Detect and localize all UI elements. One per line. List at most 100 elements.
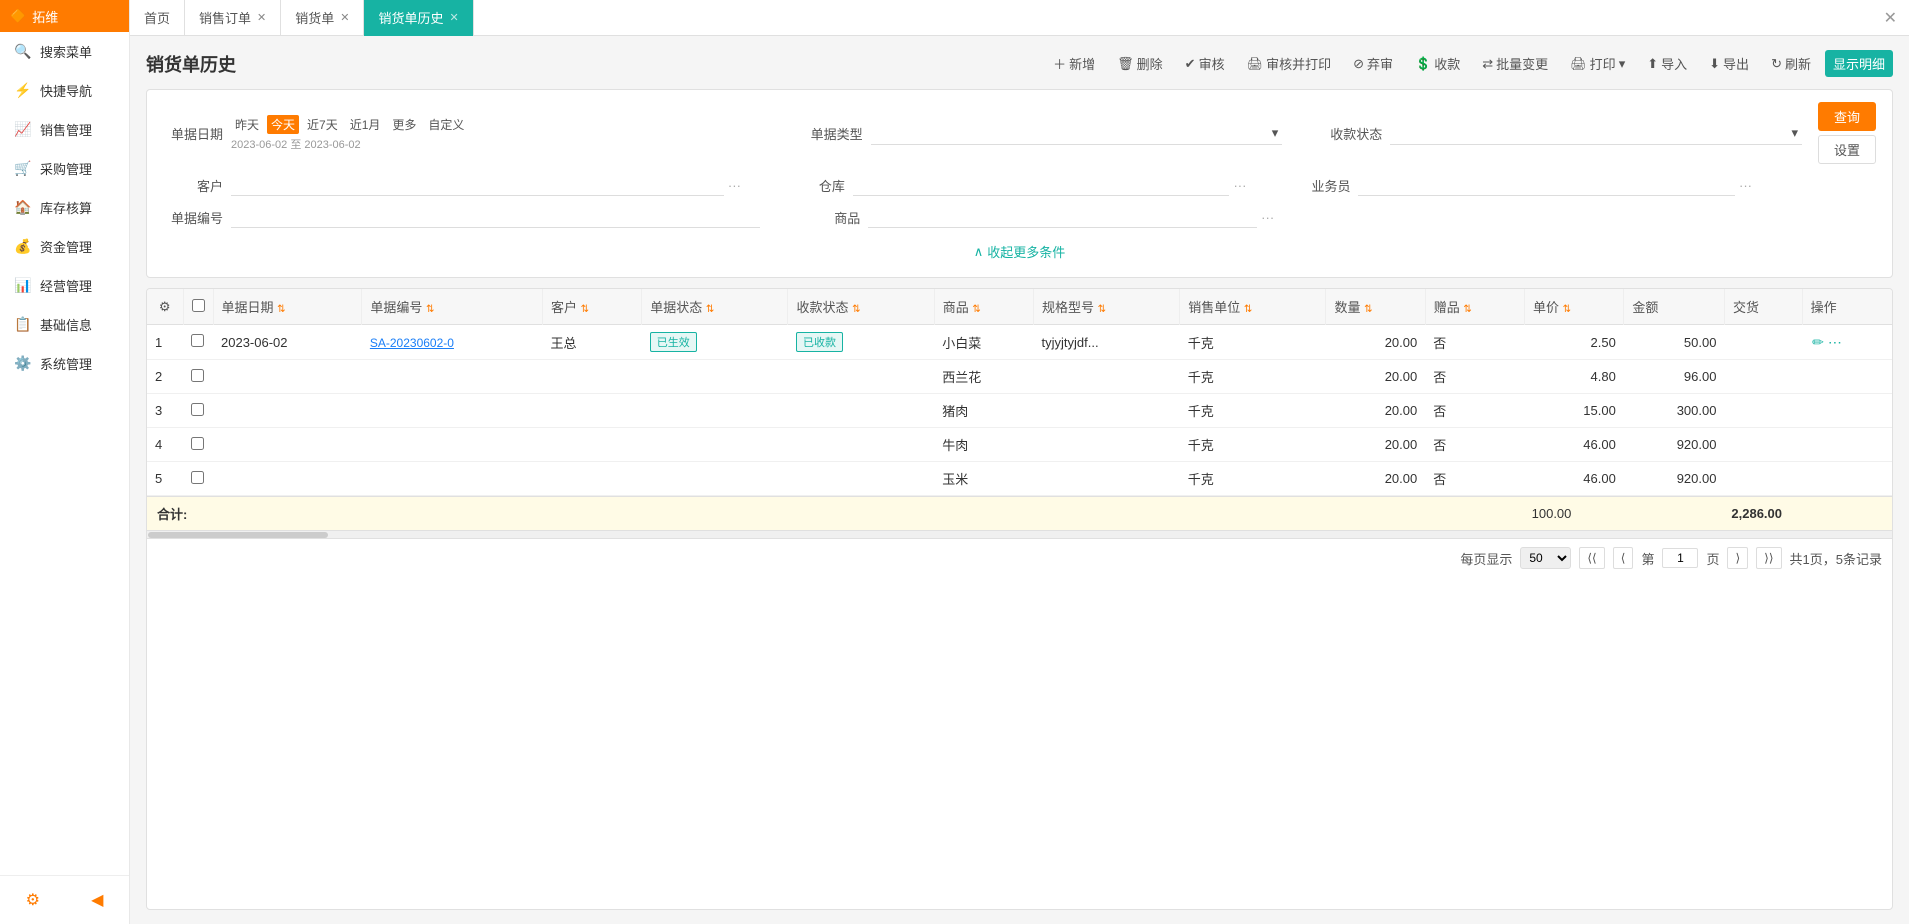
refresh-button[interactable]: ↻ 刷新: [1763, 50, 1819, 77]
cell-action[interactable]: [1802, 428, 1892, 462]
tab-sales-delivery-close[interactable]: ✕: [340, 11, 349, 24]
horizontal-scrollbar[interactable]: [147, 530, 1892, 538]
sidebar-item-basic-info[interactable]: 📋 基础信息: [0, 305, 129, 344]
col-goods[interactable]: 商品 ⇅: [934, 289, 1033, 325]
salesperson-input[interactable]: [1358, 174, 1735, 196]
cell-action[interactable]: [1802, 360, 1892, 394]
abandon-button[interactable]: ⊘ 弃审: [1345, 50, 1401, 77]
cell-checkbox[interactable]: [183, 428, 213, 462]
new-button[interactable]: ＋ 新增: [1045, 50, 1103, 77]
cell-checkbox[interactable]: [183, 360, 213, 394]
doc-no-link[interactable]: SA-20230602-0: [370, 336, 454, 350]
col-qty[interactable]: 数量 ⇅: [1326, 289, 1425, 325]
cell-doc-no[interactable]: [362, 428, 543, 462]
date-tab-1month[interactable]: 近1月: [346, 115, 385, 134]
row-checkbox-4[interactable]: [191, 471, 204, 484]
doc-no-input[interactable]: [231, 206, 760, 228]
col-settings[interactable]: ⚙: [147, 289, 183, 325]
sidebar-settings-icon[interactable]: ⚙: [20, 884, 46, 916]
sidebar-item-inventory[interactable]: 🏠 库存核算: [0, 188, 129, 227]
date-tab-today[interactable]: 今天: [267, 115, 299, 134]
date-tab-yesterday[interactable]: 昨天: [231, 115, 263, 134]
row-checkbox-3[interactable]: [191, 437, 204, 450]
goods-more-icon[interactable]: ···: [1257, 210, 1278, 225]
col-spec[interactable]: 规格型号 ⇅: [1034, 289, 1180, 325]
cell-checkbox[interactable]: [183, 462, 213, 496]
abandon-icon: ⊘: [1353, 56, 1364, 72]
import-button[interactable]: ⬆ 导入: [1639, 50, 1695, 77]
first-page-button[interactable]: ⟨⟨: [1579, 547, 1604, 569]
batch-change-button[interactable]: ⇄ 批量变更: [1474, 50, 1556, 77]
sidebar-item-finance[interactable]: 💰 资金管理: [0, 227, 129, 266]
col-doc-date[interactable]: 单据日期 ⇅: [213, 289, 362, 325]
date-tab-more[interactable]: 更多: [388, 115, 420, 134]
cell-doc-no[interactable]: SA-20230602-0: [362, 325, 543, 360]
tab-sales-order-close[interactable]: ✕: [257, 11, 266, 24]
tab-home[interactable]: 首页: [130, 0, 185, 36]
col-customer[interactable]: 客户 ⇅: [542, 289, 641, 325]
customer-more-icon[interactable]: ···: [724, 178, 745, 193]
col-doc-status[interactable]: 单据状态 ⇅: [642, 289, 788, 325]
cell-amount: 300.00: [1624, 394, 1725, 428]
sidebar-item-search[interactable]: 🔍 搜索菜单: [0, 32, 129, 71]
tab-sales-history-close[interactable]: ✕: [450, 11, 459, 24]
print-button[interactable]: 🖨 打印 ▾: [1562, 50, 1633, 77]
cell-doc-no[interactable]: [362, 360, 543, 394]
sidebar-toggle-icon[interactable]: ◀: [85, 884, 109, 916]
salesperson-more-icon[interactable]: ···: [1735, 178, 1756, 193]
cell-checkbox[interactable]: [183, 394, 213, 428]
cell-action[interactable]: [1802, 462, 1892, 496]
cell-doc-no[interactable]: [362, 394, 543, 428]
pay-status-select[interactable]: ▾: [1390, 122, 1802, 145]
sidebar-item-sales[interactable]: 📈 销售管理: [0, 110, 129, 149]
sidebar-item-quick-nav[interactable]: ⚡ 快捷导航: [0, 71, 129, 110]
date-tab-7days[interactable]: 近7天: [303, 115, 342, 134]
cell-action[interactable]: ✏⋯: [1802, 325, 1892, 360]
tab-close-all-btn[interactable]: ✕: [1872, 8, 1909, 28]
col-pay-status[interactable]: 收款状态 ⇅: [788, 289, 934, 325]
tab-sales-history[interactable]: 销货单历史 ✕: [364, 0, 473, 36]
col-doc-no[interactable]: 单据编号 ⇅: [362, 289, 543, 325]
page-size-select[interactable]: 50 10 20 100: [1520, 547, 1571, 569]
cell-action[interactable]: [1802, 394, 1892, 428]
page-header: 销货单历史 ＋ 新增 🗑 删除 ✔ 审核 🖨 审核并打印: [146, 50, 1893, 77]
page-input[interactable]: [1662, 548, 1698, 568]
row-checkbox-0[interactable]: [191, 334, 204, 347]
edit-icon[interactable]: ✏: [1812, 334, 1824, 350]
audit-print-icon: 🖨: [1247, 56, 1264, 72]
warehouse-more-icon[interactable]: ···: [1229, 178, 1250, 193]
cell-checkbox[interactable]: [183, 325, 213, 360]
delete-button[interactable]: 🗑 删除: [1109, 50, 1171, 77]
show-details-button[interactable]: 显示明细: [1825, 50, 1893, 77]
cell-customer: 王总: [542, 325, 641, 360]
audit-print-button[interactable]: 🖨 审核并打印: [1239, 50, 1340, 77]
more-icon[interactable]: ⋯: [1828, 334, 1842, 350]
row-checkbox-1[interactable]: [191, 369, 204, 382]
col-unit[interactable]: 销售单位 ⇅: [1180, 289, 1326, 325]
audit-button[interactable]: ✔ 审核: [1177, 50, 1233, 77]
customer-input[interactable]: [231, 174, 724, 196]
cell-doc-no[interactable]: [362, 462, 543, 496]
warehouse-input[interactable]: [853, 174, 1230, 196]
collect-button[interactable]: 💲 收款: [1407, 50, 1468, 77]
settings-button[interactable]: 设置: [1818, 135, 1876, 164]
select-all-checkbox[interactable]: [192, 299, 205, 312]
doc-type-select[interactable]: ▾: [871, 122, 1283, 145]
prev-page-button[interactable]: ⟨: [1613, 547, 1634, 569]
col-price[interactable]: 单价 ⇅: [1525, 289, 1624, 325]
date-tab-custom[interactable]: 自定义: [424, 115, 468, 134]
collapse-filter-button[interactable]: ∧ 收起更多条件: [163, 238, 1876, 265]
sidebar-item-purchase[interactable]: 🛒 采购管理: [0, 149, 129, 188]
next-page-button[interactable]: ⟩: [1727, 547, 1748, 569]
export-button[interactable]: ⬇ 导出: [1701, 50, 1757, 77]
sidebar-item-operations[interactable]: 📊 经营管理: [0, 266, 129, 305]
query-button[interactable]: 查询: [1818, 102, 1876, 131]
cell-price: 46.00: [1525, 462, 1624, 496]
last-page-button[interactable]: ⟩⟩: [1756, 547, 1781, 569]
row-checkbox-2[interactable]: [191, 403, 204, 416]
sidebar-item-system[interactable]: ⚙️ 系统管理: [0, 344, 129, 383]
tab-sales-order[interactable]: 销售订单 ✕: [185, 0, 281, 36]
col-gift[interactable]: 赠品 ⇅: [1425, 289, 1524, 325]
tab-sales-delivery[interactable]: 销货单 ✕: [281, 0, 364, 36]
goods-input[interactable]: [868, 206, 1257, 228]
